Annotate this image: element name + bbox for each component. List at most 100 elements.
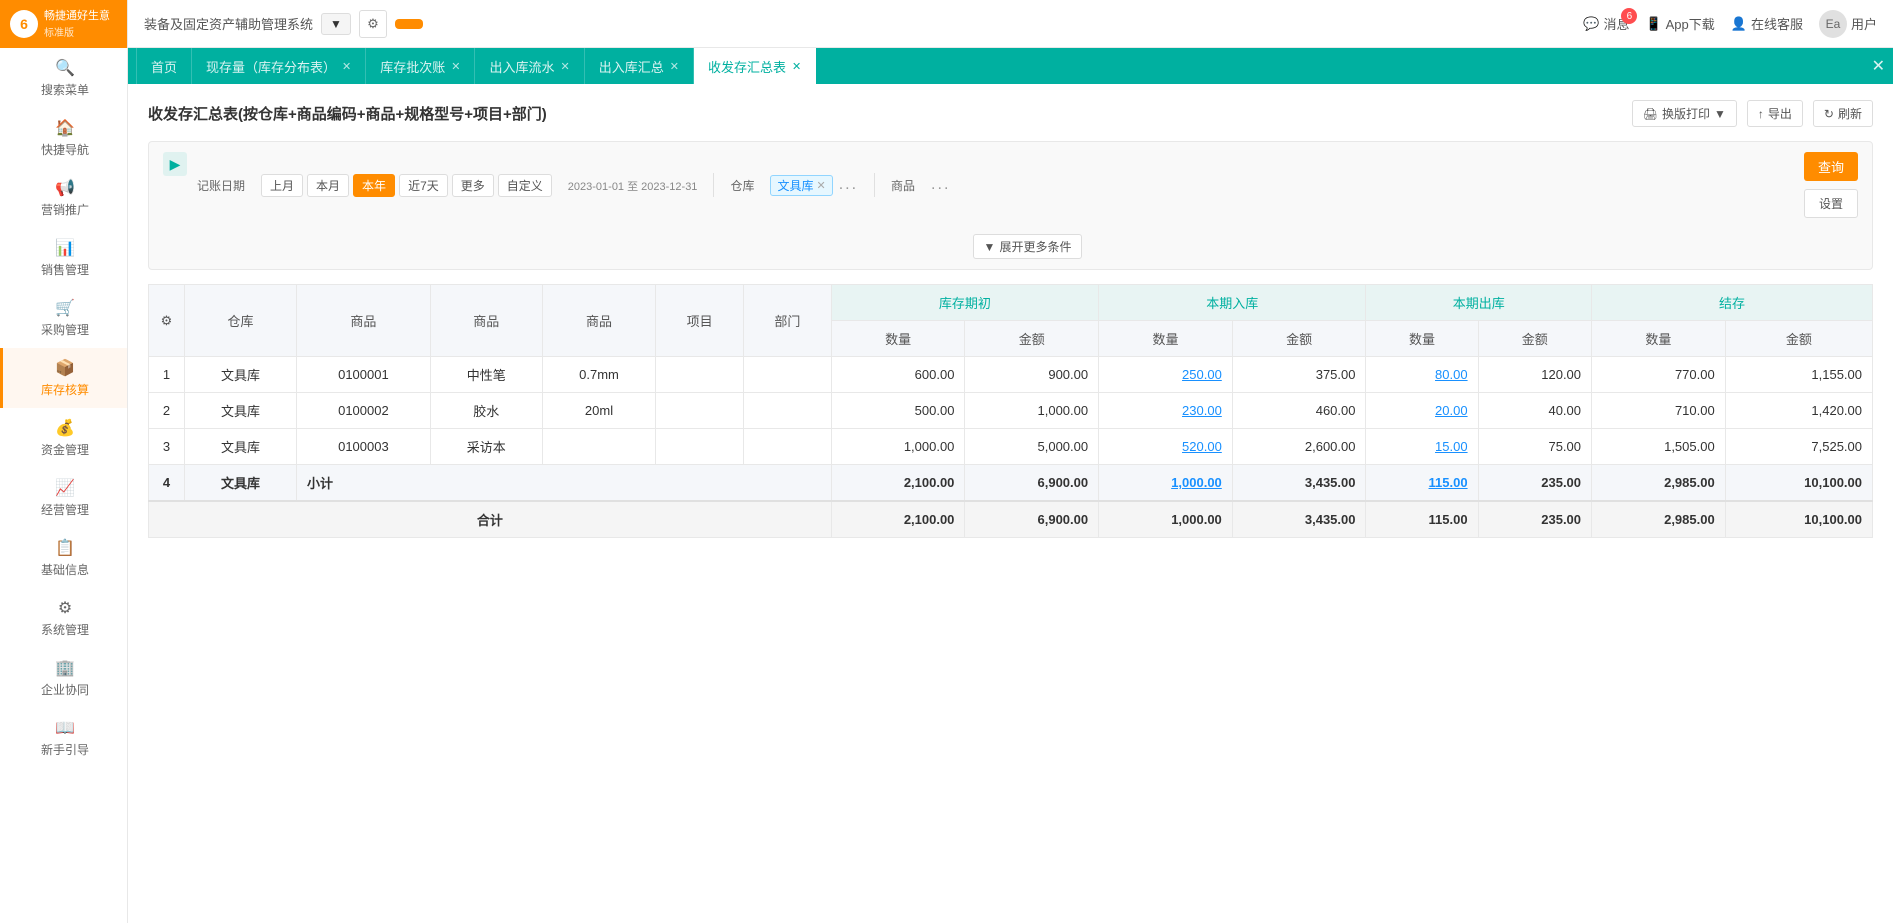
col-in-header: 本期入库 bbox=[1099, 285, 1366, 321]
tab-label-in-out-summary: 出入库汇总 bbox=[599, 57, 664, 76]
sidebar-item-quick-nav[interactable]: 🏠快捷导航 bbox=[0, 108, 127, 168]
col-balance-amt-header: 金额 bbox=[1725, 321, 1872, 357]
purchase-icon: 🛒 bbox=[55, 298, 75, 318]
expand-label: 展开更多条件 bbox=[999, 238, 1071, 255]
col-balance-header: 结存 bbox=[1592, 285, 1873, 321]
table-header-row-1: ⚙ 仓库 商品 商品 商品 项目 部门 库存期初 本期入库 本期出库 结存 bbox=[149, 285, 1873, 321]
tab-recv-send-summary[interactable]: 收发存汇总表✕ bbox=[694, 48, 816, 84]
row-code: 0100003 bbox=[297, 429, 431, 465]
tab-label-home: 首页 bbox=[151, 57, 177, 76]
sidebar-item-label-enterprise: 企业协同 bbox=[41, 681, 89, 698]
goods-more[interactable]: ... bbox=[931, 176, 950, 194]
tab-label-in-out-flow: 出入库流水 bbox=[489, 57, 554, 76]
experience-btn[interactable] bbox=[395, 19, 423, 29]
sidebar-item-search[interactable]: 🔍搜索菜单 bbox=[0, 48, 127, 108]
row-in-qty[interactable]: 520.00 bbox=[1099, 429, 1233, 465]
row-in-qty[interactable]: 230.00 bbox=[1099, 393, 1233, 429]
warehouse-tag-close[interactable]: ✕ bbox=[816, 179, 825, 192]
user-action[interactable]: Ea 用户 bbox=[1819, 10, 1877, 38]
sidebar-item-enterprise[interactable]: 🏢企业协同 bbox=[0, 648, 127, 708]
expand-more-btn[interactable]: ▼ 展开更多条件 bbox=[973, 234, 1083, 259]
date-btn-本月[interactable]: 本月 bbox=[307, 174, 349, 197]
sidebar-item-system[interactable]: ⚙系统管理 bbox=[0, 588, 127, 648]
topbar-gear-button[interactable]: ⚙ bbox=[359, 10, 387, 38]
date-range-display: 2023-01-01 至 2023-12-31 bbox=[568, 178, 698, 194]
sidebar-menu: 🔍搜索菜单🏠快捷导航📢营销推广📊销售管理🛒采购管理📦库存核算💰资金管理📈经营管理… bbox=[0, 48, 127, 923]
print-btn[interactable]: 🖨 换版打印 ▼ bbox=[1632, 100, 1737, 127]
tab-home[interactable]: 首页 bbox=[136, 48, 192, 84]
query-btn[interactable]: 查询 bbox=[1804, 152, 1858, 181]
subtotal-in-amt: 3,435.00 bbox=[1232, 465, 1366, 502]
row-code: 0100002 bbox=[297, 393, 431, 429]
sidebar-item-label-quick-nav: 快捷导航 bbox=[41, 141, 89, 158]
sidebar-item-marketing[interactable]: 📢营销推广 bbox=[0, 168, 127, 228]
sidebar-item-newbie[interactable]: 📖新手引导 bbox=[0, 708, 127, 768]
refresh-btn[interactable]: ↻ 刷新 bbox=[1813, 100, 1873, 127]
total-in-amt: 3,435.00 bbox=[1232, 501, 1366, 538]
row-balance-amt: 1,420.00 bbox=[1725, 393, 1872, 429]
export-btn[interactable]: ↑ 导出 bbox=[1747, 100, 1803, 127]
sidebar-item-inventory[interactable]: 📦库存核算 bbox=[0, 348, 127, 408]
tab-inventory-dist[interactable]: 现存量（库存分布表）✕ bbox=[192, 48, 366, 84]
row-project bbox=[656, 357, 744, 393]
row-in-qty[interactable]: 250.00 bbox=[1099, 357, 1233, 393]
date-btn-近7天[interactable]: 近7天 bbox=[399, 174, 448, 197]
sidebar-item-operation[interactable]: 📈经营管理 bbox=[0, 468, 127, 528]
service-icon: 👤 bbox=[1731, 16, 1747, 32]
row-opening-amt: 5,000.00 bbox=[965, 429, 1099, 465]
warehouse-tag[interactable]: 文具库 ✕ bbox=[770, 175, 832, 196]
base-info-icon: 📋 bbox=[55, 538, 75, 558]
tab-close-inventory-dist[interactable]: ✕ bbox=[342, 60, 351, 73]
sidebar-item-sales[interactable]: 📊销售管理 bbox=[0, 228, 127, 288]
row-dept bbox=[743, 429, 831, 465]
topbar: 装备及固定资产辅助管理系统 ▼ ⚙ 💬 消息 6 📱 App下载 bbox=[128, 0, 1893, 48]
date-btn-本年[interactable]: 本年 bbox=[353, 174, 395, 197]
setting-btn[interactable]: 设置 bbox=[1804, 189, 1858, 218]
row-out-qty[interactable]: 80.00 bbox=[1366, 357, 1478, 393]
page-title-actions: 🖨 换版打印 ▼ ↑ 导出 ↻ 刷新 bbox=[1632, 100, 1873, 127]
tab-in-out-summary[interactable]: 出入库汇总 ✕ bbox=[585, 48, 694, 84]
subtotal-balance-qty: 2,985.00 bbox=[1592, 465, 1726, 502]
row-no: 3 bbox=[149, 429, 185, 465]
col-opening-header: 库存期初 bbox=[831, 285, 1098, 321]
subtotal-row: 4 文具库 小计 2,100.00 6,900.00 1,000.00 3,43… bbox=[149, 465, 1873, 502]
row-opening-qty: 500.00 bbox=[831, 393, 965, 429]
row-warehouse: 文具库 bbox=[185, 429, 297, 465]
message-icon: 💬 bbox=[1583, 16, 1599, 32]
tab-close-in-out-flow[interactable]: ✕ bbox=[561, 60, 570, 73]
row-out-qty[interactable]: 20.00 bbox=[1366, 393, 1478, 429]
sidebar-item-finance[interactable]: 💰资金管理 bbox=[0, 408, 127, 468]
row-name: 胶水 bbox=[430, 393, 542, 429]
tab-close-batch-account[interactable]: ✕ bbox=[451, 60, 460, 73]
row-balance-qty: 1,505.00 bbox=[1592, 429, 1726, 465]
topbar-system-dropdown[interactable]: ▼ bbox=[321, 13, 351, 35]
tab-close-recv-send-summary[interactable]: ✕ bbox=[792, 60, 801, 73]
tab-batch-account[interactable]: 库存批次账✕ bbox=[366, 48, 475, 84]
phone-icon: 📱 bbox=[1645, 16, 1661, 32]
sidebar-item-base-info[interactable]: 📋基础信息 bbox=[0, 528, 127, 588]
col-out-header: 本期出库 bbox=[1366, 285, 1592, 321]
row-in-amt: 2,600.00 bbox=[1232, 429, 1366, 465]
message-action[interactable]: 💬 消息 6 bbox=[1583, 14, 1629, 33]
date-btn-更多[interactable]: 更多 bbox=[452, 174, 494, 197]
tab-in-out-flow[interactable]: 出入库流水 ✕ bbox=[475, 48, 584, 84]
warehouse-tag-label: 文具库 bbox=[777, 177, 813, 194]
row-balance-amt: 7,525.00 bbox=[1725, 429, 1872, 465]
filter-sep-2 bbox=[874, 173, 875, 197]
subtotal-out-qty[interactable]: 115.00 bbox=[1366, 465, 1478, 502]
filter-toggle-btn[interactable]: ▶ bbox=[163, 152, 187, 176]
date-btn-自定义[interactable]: 自定义 bbox=[498, 174, 552, 197]
col-settings-header[interactable]: ⚙ bbox=[149, 285, 185, 357]
sidebar-item-purchase[interactable]: 🛒采购管理 bbox=[0, 288, 127, 348]
tab-bar-close-btn[interactable]: ✕ bbox=[1872, 56, 1885, 76]
row-out-qty[interactable]: 15.00 bbox=[1366, 429, 1478, 465]
subtotal-in-qty[interactable]: 1,000.00 bbox=[1099, 465, 1233, 502]
dropdown-arrow-icon: ▼ bbox=[330, 17, 342, 31]
date-btn-上月[interactable]: 上月 bbox=[261, 174, 303, 197]
tab-close-in-out-summary[interactable]: ✕ bbox=[670, 60, 679, 73]
col-project-header: 项目 bbox=[656, 285, 744, 357]
app-download-action[interactable]: 📱 App下载 bbox=[1645, 14, 1714, 33]
online-service-action[interactable]: 👤 在线客服 bbox=[1731, 14, 1803, 33]
gear-icon: ⚙ bbox=[367, 16, 379, 32]
warehouse-more[interactable]: ... bbox=[839, 176, 858, 194]
